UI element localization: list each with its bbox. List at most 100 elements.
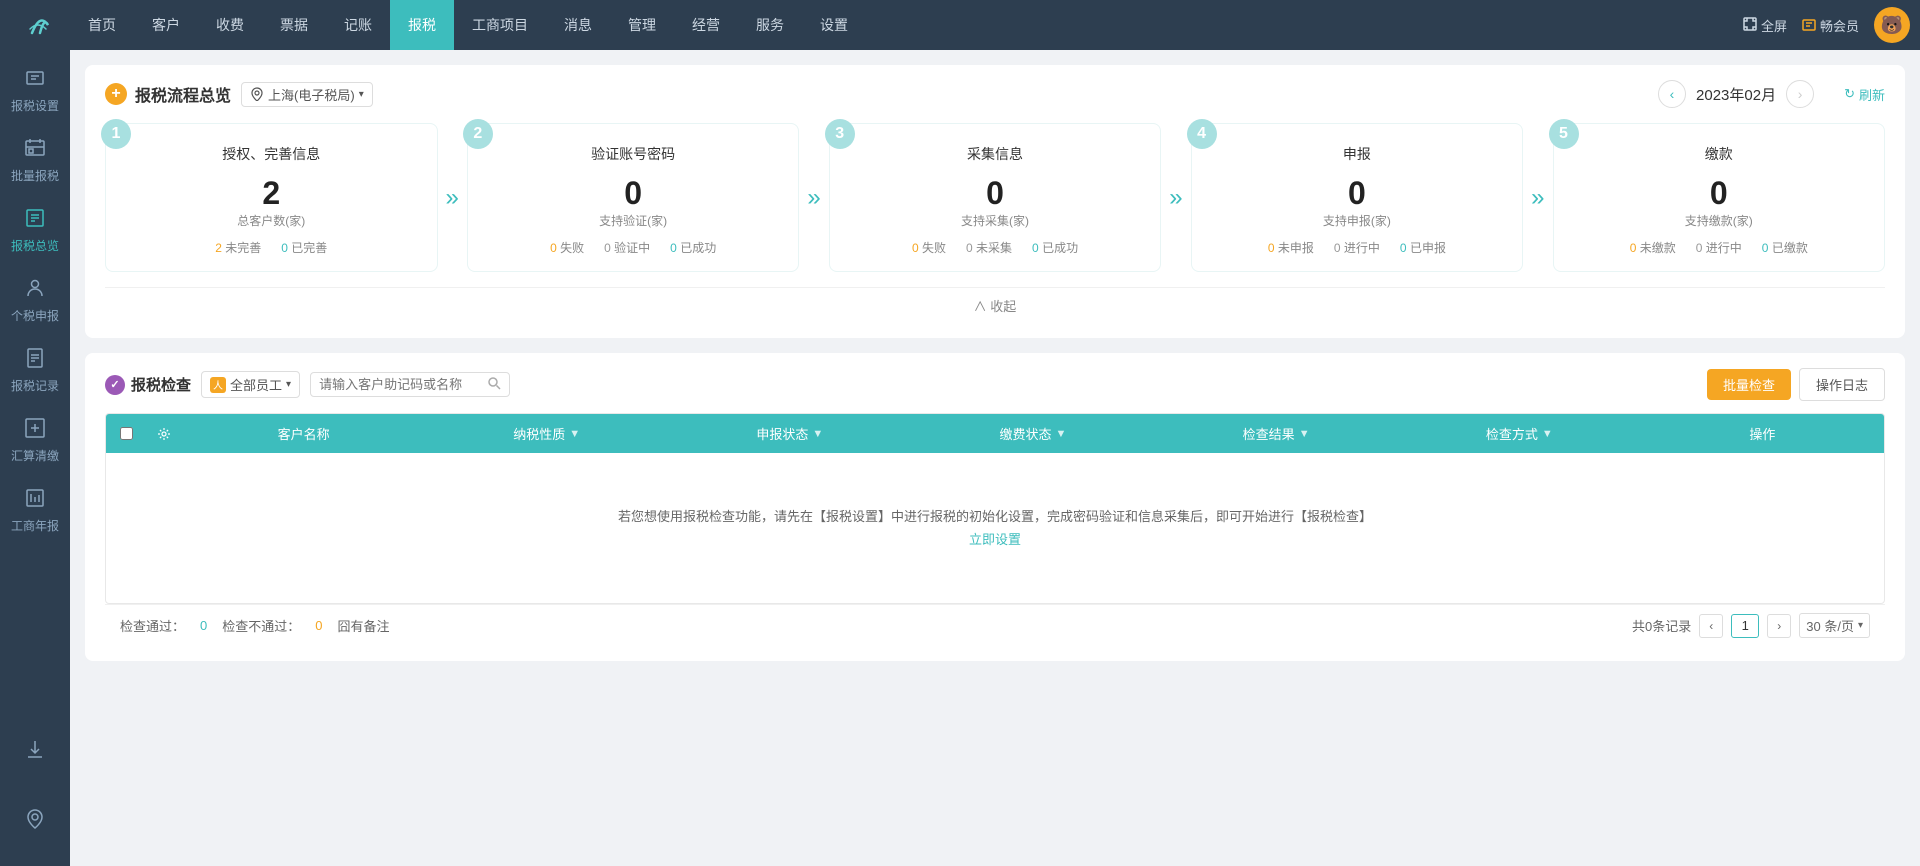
nav-business[interactable]: 工商项目 <box>454 0 546 50</box>
step-3-label: 支持采集(家) <box>845 212 1146 229</box>
th-checkbox[interactable] <box>106 414 146 453</box>
filter-pay-status[interactable]: ▼ <box>1056 428 1067 440</box>
th-operation: 操作 <box>1641 414 1884 453</box>
nav-message[interactable]: 消息 <box>546 0 610 50</box>
action-buttons: 批量检查 操作日志 <box>1707 368 1885 401</box>
step-3-number: 3 <box>825 119 855 149</box>
search-button[interactable] <box>487 376 501 393</box>
tax-check-header: ✓ 报税检查 人 全部员工 ▾ 批量检查 操作日志 <box>105 368 1885 401</box>
step-3-stat-success[interactable]: 0 已成功 <box>1032 239 1078 256</box>
batch-check-button[interactable]: 批量检查 <box>1707 369 1791 400</box>
check-pass-value[interactable]: 0 <box>200 618 207 633</box>
step-5-stat-unpaid[interactable]: 0 未缴款 <box>1630 239 1676 256</box>
sidebar-item-settlement[interactable]: 汇算清缴 <box>0 405 70 475</box>
step-4-count: 0 <box>1207 174 1508 212</box>
step-1-stat-complete[interactable]: 0 已完善 <box>281 239 327 256</box>
step-4-number: 4 <box>1187 119 1217 149</box>
tax-settings-icon <box>24 67 46 93</box>
nav-accounting[interactable]: 记账 <box>326 0 390 50</box>
arrow-1-2: » <box>438 123 467 272</box>
filter-declare-status[interactable]: ▼ <box>812 428 823 440</box>
th-check-result: 检查结果 ▼ <box>1155 414 1398 453</box>
step-4-stat-undeclared[interactable]: 0 未申报 <box>1268 239 1314 256</box>
user-avatar[interactable]: 🐻 <box>1874 7 1910 43</box>
search-input[interactable] <box>319 377 487 392</box>
sidebar-location[interactable] <box>0 786 70 856</box>
sidebar-item-tax-overview[interactable]: 报税总览 <box>0 195 70 265</box>
check-fail-value[interactable]: 0 <box>315 618 322 633</box>
nav-manage[interactable]: 管理 <box>610 0 674 50</box>
member-btn[interactable]: 畅会员 <box>1802 16 1859 35</box>
step-2-label: 支持验证(家) <box>483 212 784 229</box>
step-4-stat-declared[interactable]: 0 已申报 <box>1400 239 1446 256</box>
setup-link[interactable]: 立即设置 <box>969 528 1021 551</box>
nav-fee[interactable]: 收费 <box>198 0 262 50</box>
nav-customer[interactable]: 客户 <box>134 0 198 50</box>
nav-operation[interactable]: 经营 <box>674 0 738 50</box>
table-header: 客户名称 纳税性质 ▼ 申报状态 ▼ 缴费状态 ▼ 检查结果 ▼ <box>106 414 1884 453</box>
filter-check-result[interactable]: ▼ <box>1299 428 1310 440</box>
nav-tax[interactable]: 报税 <box>390 0 454 50</box>
step-3-stat-uncollected[interactable]: 0 未采集 <box>966 239 1012 256</box>
sidebar-item-individual-tax[interactable]: 个税申报 <box>0 265 70 335</box>
sidebar-item-tax-settings[interactable]: 报税设置 <box>0 55 70 125</box>
step-5-number: 5 <box>1549 119 1579 149</box>
step-1-stat-incomplete[interactable]: 2 未完善 <box>215 239 261 256</box>
select-all-checkbox[interactable] <box>120 427 133 440</box>
step-5-stat-paid[interactable]: 0 已缴款 <box>1762 239 1808 256</box>
next-month-button[interactable]: › <box>1786 80 1814 108</box>
step-5-stat-inprogress[interactable]: 0 进行中 <box>1696 239 1742 256</box>
nav-home[interactable]: 首页 <box>70 0 134 50</box>
th-tax-nature: 纳税性质 ▼ <box>425 414 668 453</box>
nav-service[interactable]: 服务 <box>738 0 802 50</box>
top-navigation: 首页 客户 收费 票据 记账 报税 工商项目 消息 管理 经营 服务 设置 全屏… <box>0 0 1920 50</box>
step-2-card: 2 验证账号密码 0 支持验证(家) 0 失败 0 验证中 0 已成功 <box>467 123 800 272</box>
sidebar-item-annual-report[interactable]: 工商年报 <box>0 475 70 545</box>
filter-tax-nature[interactable]: ▼ <box>569 428 580 440</box>
check-fail-label: 检查不通过： <box>222 616 300 635</box>
prev-page-button[interactable]: ‹ <box>1699 614 1723 638</box>
sidebar-download[interactable] <box>0 716 70 786</box>
step-2-stat-pending[interactable]: 0 验证中 <box>604 239 650 256</box>
has-note-label: 囧有备注 <box>338 616 390 635</box>
step-2-stat-fail[interactable]: 0 失败 <box>550 239 584 256</box>
th-declare-status: 申报状态 ▼ <box>668 414 911 453</box>
nav-settings[interactable]: 设置 <box>802 0 866 50</box>
download-icon <box>24 738 46 764</box>
next-page-button[interactable]: › <box>1767 614 1791 638</box>
steps-container: 1 授权、完善信息 2 总客户数(家) 2 未完善 0 已完善 » <box>105 123 1885 272</box>
sidebar-bottom <box>0 716 70 866</box>
fullscreen-btn[interactable]: 全屏 <box>1743 16 1787 35</box>
staff-filter[interactable]: 人 全部员工 ▾ <box>201 371 300 398</box>
step-5-stats: 0 未缴款 0 进行中 0 已缴款 <box>1569 239 1870 256</box>
step-4-card: 4 申报 0 支持申报(家) 0 未申报 0 进行中 0 已申报 <box>1191 123 1524 272</box>
per-page-selector[interactable]: 30 条/页 ▾ <box>1799 613 1870 638</box>
empty-message: 若您想使用报税检查功能，请先在【报税设置】中进行报税的初始化设置，完成密码验证和… <box>618 505 1372 528</box>
sidebar-item-tax-record[interactable]: 报税记录 <box>0 335 70 405</box>
sidebar: 报税设置 批量报税 报税总览 <box>0 50 70 866</box>
chevron-down-icon: ▾ <box>359 89 364 100</box>
tax-record-icon <box>24 347 46 373</box>
th-gear[interactable] <box>146 414 182 453</box>
nav-invoice[interactable]: 票据 <box>262 0 326 50</box>
pagination: 共0条记录 ‹ 1 › 30 条/页 ▾ <box>1632 613 1870 638</box>
step-2-stats: 0 失败 0 验证中 0 已成功 <box>483 239 784 256</box>
batch-tax-icon <box>24 137 46 163</box>
filter-check-method[interactable]: ▼ <box>1542 428 1553 440</box>
step-4-stat-inprogress[interactable]: 0 进行中 <box>1334 239 1380 256</box>
step-2-stat-success[interactable]: 0 已成功 <box>670 239 716 256</box>
location-selector[interactable]: 上海(电子税局) ▾ <box>241 82 373 107</box>
refresh-icon: ↻ <box>1844 86 1855 102</box>
app-logo <box>10 0 70 50</box>
step-1-label: 总客户数(家) <box>121 212 422 229</box>
refresh-button[interactable]: ↻ 刷新 <box>1844 85 1885 104</box>
sidebar-item-batch-tax[interactable]: 批量报税 <box>0 125 70 195</box>
step-1-stats: 2 未完善 0 已完善 <box>121 239 422 256</box>
step-1-card: 1 授权、完善信息 2 总客户数(家) 2 未完善 0 已完善 <box>105 123 438 272</box>
collapse-button[interactable]: ∧ 收起 <box>105 288 1885 323</box>
step-3-stat-fail[interactable]: 0 失败 <box>912 239 946 256</box>
step-5-label: 支持缴款(家) <box>1569 212 1870 229</box>
operation-log-button[interactable]: 操作日志 <box>1799 368 1885 401</box>
annual-report-icon <box>24 487 46 513</box>
prev-month-button[interactable]: ‹ <box>1658 80 1686 108</box>
